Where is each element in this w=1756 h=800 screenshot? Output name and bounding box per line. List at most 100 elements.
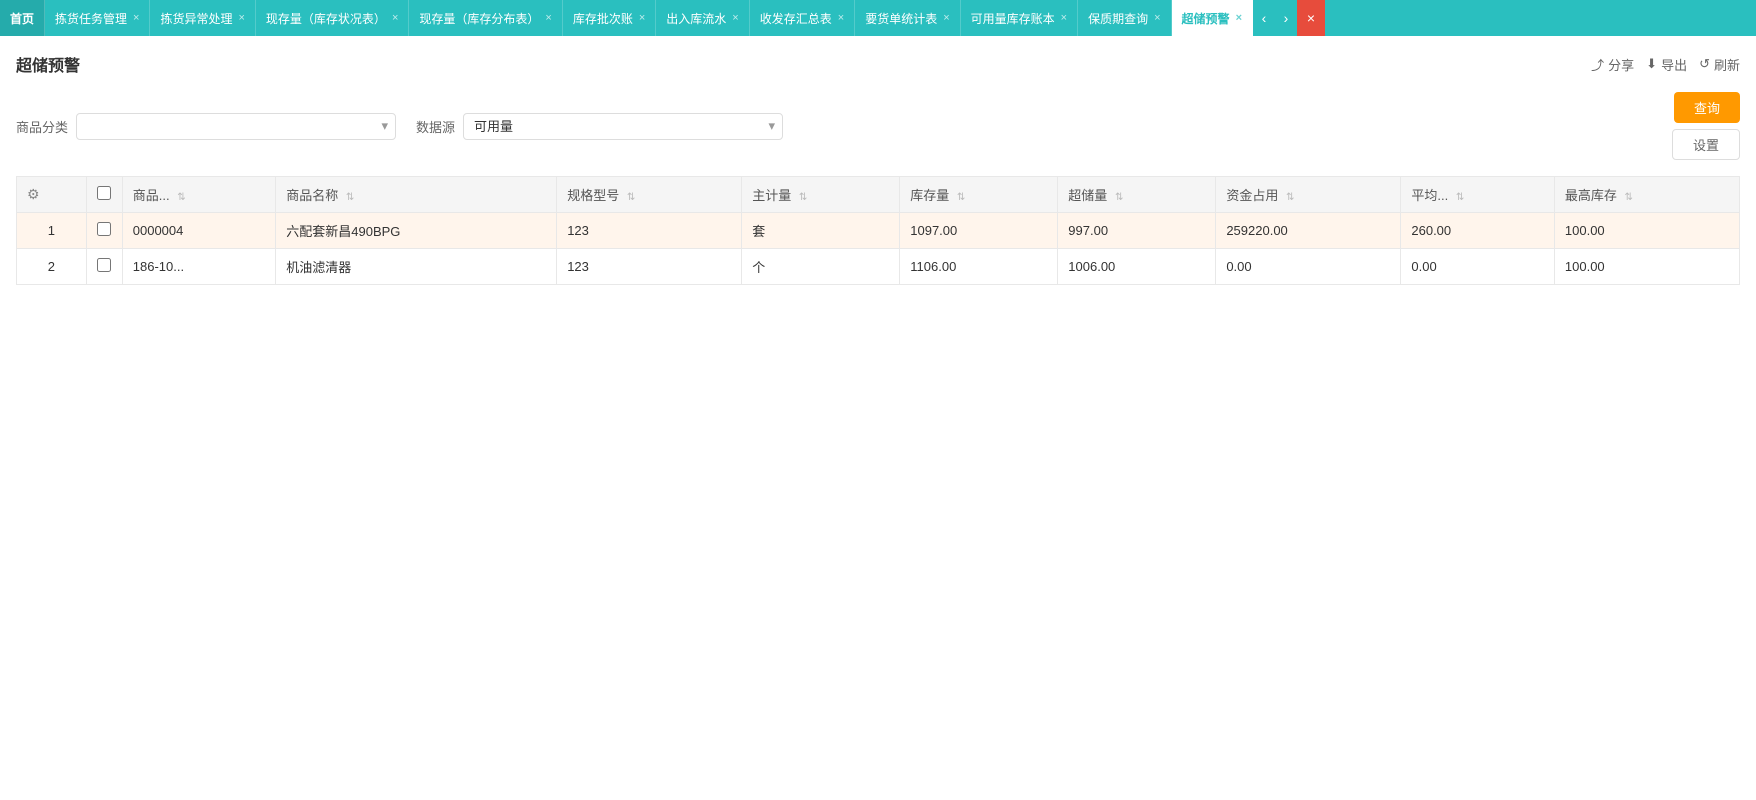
nav-tab-order-stat-close[interactable]: × xyxy=(943,12,949,24)
th-code[interactable]: 商品... ⇅ xyxy=(122,177,276,213)
row-checkbox-1[interactable] xyxy=(86,249,122,285)
page-content: 超储预警 ⤴ 分享 ⬇ 导出 ↺ 刷新 商品分类 xyxy=(0,36,1756,800)
row-select-1[interactable] xyxy=(97,258,111,272)
filter-datasource: 数据源 可用量 xyxy=(416,113,783,140)
nav-tab-quality[interactable]: 保质期查询 × xyxy=(1078,0,1171,36)
row-checkbox-0[interactable] xyxy=(86,213,122,249)
th-checkbox xyxy=(86,177,122,213)
nav-tab-batch-close[interactable]: × xyxy=(639,12,645,24)
nav-tab-collect[interactable]: 收发存汇总表 × xyxy=(750,0,855,36)
row-capital-1: 0.00 xyxy=(1216,249,1401,285)
row-code-0: 0000004 xyxy=(122,213,276,249)
row-stock-0: 1097.00 xyxy=(900,213,1058,249)
th-gear[interactable]: ⚙ xyxy=(17,177,87,213)
datasource-select-wrapper: 可用量 xyxy=(463,113,783,140)
row-name-0: 六配套新昌490BPG xyxy=(276,213,557,249)
share-button[interactable]: ⤴ 分享 xyxy=(1591,55,1634,74)
sort-spec-icon: ⇅ xyxy=(627,192,635,203)
query-button[interactable]: 查询 xyxy=(1674,92,1740,123)
nav-tab-collect-close[interactable]: × xyxy=(838,12,844,24)
sort-unit-icon: ⇅ xyxy=(799,192,807,203)
row-stock-1: 1106.00 xyxy=(900,249,1058,285)
refresh-icon: ↺ xyxy=(1699,56,1710,72)
page-header: 超储预警 ⤴ 分享 ⬇ 导出 ↺ 刷新 xyxy=(16,52,1740,76)
row-code-1: 186-10... xyxy=(122,249,276,285)
nav-tab-abnormal-close[interactable]: × xyxy=(238,12,244,24)
nav-tab-overstock[interactable]: 超储预警 × xyxy=(1172,0,1253,36)
th-max[interactable]: 最高库存 ⇅ xyxy=(1554,177,1739,213)
set-button[interactable]: 设置 xyxy=(1672,129,1740,160)
nav-tab-stock-dist[interactable]: 现存量（库存分布表） × xyxy=(409,0,562,36)
share-icon: ⤴ xyxy=(1591,55,1604,74)
nav-tab-available-close[interactable]: × xyxy=(1061,12,1067,24)
table-row: 1 0000004 六配套新昌490BPG 123 套 1097.00 997.… xyxy=(17,213,1740,249)
row-max-1: 100.00 xyxy=(1554,249,1739,285)
th-overstock[interactable]: 超储量 ⇅ xyxy=(1058,177,1216,213)
row-unit-0: 套 xyxy=(742,213,900,249)
row-overstock-0: 997.00 xyxy=(1058,213,1216,249)
th-unit[interactable]: 主计量 ⇅ xyxy=(742,177,900,213)
filter-category: 商品分类 xyxy=(16,113,396,140)
nav-tab-order-stat[interactable]: 要货单统计表 × xyxy=(855,0,960,36)
th-stock[interactable]: 库存量 ⇅ xyxy=(900,177,1058,213)
table-row: 2 186-10... 机油滤清器 123 个 1106.00 1006.00 … xyxy=(17,249,1740,285)
row-overstock-1: 1006.00 xyxy=(1058,249,1216,285)
th-avg[interactable]: 平均... ⇅ xyxy=(1401,177,1555,213)
table-header: ⚙ 商品... ⇅ 商品名称 ⇅ 规格型号 ⇅ 主计量 xyxy=(17,177,1740,213)
row-name-1: 机油滤清器 xyxy=(276,249,557,285)
nav-tab-inout-close[interactable]: × xyxy=(732,12,738,24)
row-max-0: 100.00 xyxy=(1554,213,1739,249)
nav-tab-task[interactable]: 拣货任务管理 × xyxy=(45,0,150,36)
filter-buttons: 查询 设置 xyxy=(1672,92,1740,160)
nav-close-all[interactable]: × xyxy=(1297,0,1325,36)
datasource-select[interactable]: 可用量 xyxy=(463,113,783,140)
sort-code-icon: ⇅ xyxy=(177,192,185,203)
row-num-0: 1 xyxy=(17,213,87,249)
row-unit-1: 个 xyxy=(742,249,900,285)
category-select[interactable] xyxy=(76,113,396,140)
sort-stock-icon: ⇅ xyxy=(957,192,965,203)
nav-tab-available[interactable]: 可用量库存账本 × xyxy=(961,0,1078,36)
row-select-0[interactable] xyxy=(97,222,111,236)
sort-name-icon: ⇅ xyxy=(346,192,354,203)
row-num-1: 2 xyxy=(17,249,87,285)
nav-tab-home[interactable]: 首页 xyxy=(0,0,45,36)
sort-max-icon: ⇅ xyxy=(1625,192,1633,203)
table-body: 1 0000004 六配套新昌490BPG 123 套 1097.00 997.… xyxy=(17,213,1740,285)
th-capital[interactable]: 资金占用 ⇅ xyxy=(1216,177,1401,213)
category-label: 商品分类 xyxy=(16,117,68,136)
nav-tab-batch[interactable]: 库存批次账 × xyxy=(563,0,656,36)
data-table: ⚙ 商品... ⇅ 商品名称 ⇅ 规格型号 ⇅ 主计量 xyxy=(16,176,1740,285)
nav-tab-quality-close[interactable]: × xyxy=(1154,12,1160,24)
nav-tab-inout[interactable]: 出入库流水 × xyxy=(656,0,749,36)
datasource-label: 数据源 xyxy=(416,117,455,136)
gear-icon[interactable]: ⚙ xyxy=(27,186,40,203)
nav-tab-stock-dist-close[interactable]: × xyxy=(545,12,551,24)
sort-capital-icon: ⇅ xyxy=(1286,192,1294,203)
select-all-checkbox[interactable] xyxy=(97,186,111,200)
nav-tab-stock-status[interactable]: 现存量（库存状况表） × xyxy=(256,0,409,36)
row-spec-0: 123 xyxy=(557,213,742,249)
nav-tab-overstock-close[interactable]: × xyxy=(1236,12,1242,24)
row-avg-0: 260.00 xyxy=(1401,213,1555,249)
nav-arrow-right[interactable]: › xyxy=(1275,0,1297,36)
nav-tab-task-close[interactable]: × xyxy=(133,12,139,24)
filter-row: 商品分类 数据源 可用量 查询 设置 xyxy=(16,92,1740,160)
nav-arrow-left[interactable]: ‹ xyxy=(1253,0,1275,36)
page-title: 超储预警 xyxy=(16,52,80,76)
export-button[interactable]: ⬇ 导出 xyxy=(1646,55,1687,74)
row-capital-0: 259220.00 xyxy=(1216,213,1401,249)
row-avg-1: 0.00 xyxy=(1401,249,1555,285)
row-spec-1: 123 xyxy=(557,249,742,285)
th-name[interactable]: 商品名称 ⇅ xyxy=(276,177,557,213)
nav-tab-abnormal[interactable]: 拣货异常处理 × xyxy=(150,0,255,36)
export-icon: ⬇ xyxy=(1646,56,1657,72)
top-nav: 首页 拣货任务管理 × 拣货异常处理 × 现存量（库存状况表） × 现存量（库存… xyxy=(0,0,1756,36)
th-spec[interactable]: 规格型号 ⇅ xyxy=(557,177,742,213)
sort-avg-icon: ⇅ xyxy=(1456,192,1464,203)
nav-tab-stock-status-close[interactable]: × xyxy=(392,12,398,24)
sort-overstock-icon: ⇅ xyxy=(1115,192,1123,203)
header-actions: ⤴ 分享 ⬇ 导出 ↺ 刷新 xyxy=(1591,55,1740,74)
category-select-wrapper xyxy=(76,113,396,140)
refresh-button[interactable]: ↺ 刷新 xyxy=(1699,55,1740,74)
